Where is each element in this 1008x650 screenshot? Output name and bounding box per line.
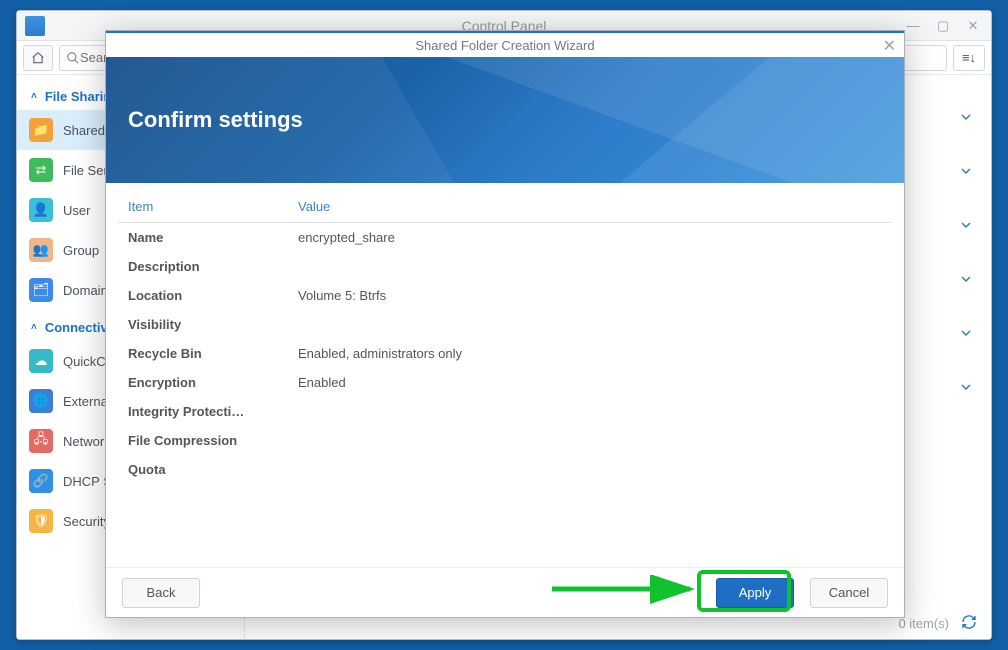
search-icon (66, 51, 80, 65)
wizard-modal: Shared Folder Creation Wizard ✕ Confirm … (105, 30, 905, 618)
expand-row-3[interactable] (948, 205, 984, 245)
chevron-up-icon: ˄ (31, 91, 37, 102)
cancel-button[interactable]: Cancel (810, 578, 888, 608)
home-icon (31, 51, 45, 65)
apply-button[interactable]: Apply (716, 578, 794, 608)
chevron-down-icon (958, 379, 974, 395)
table-row: Nameencrypted_share (118, 223, 892, 253)
ip-icon: 🔗 (29, 469, 53, 493)
shield-icon: 🛡 (29, 509, 53, 533)
modal-title: Shared Folder Creation Wizard (415, 38, 594, 53)
item-count: 0 item(s) (898, 616, 949, 631)
chevron-down-icon (958, 217, 974, 233)
folder-icon: 📁 (29, 118, 53, 142)
table-row: LocationVolume 5: Btrfs (118, 281, 892, 310)
modal-hero: Confirm settings (106, 57, 904, 183)
table-row: Integrity Protecti… (118, 397, 892, 426)
expand-row-1[interactable] (948, 97, 984, 137)
transfer-icon: ⇄ (29, 158, 53, 182)
table-row: File Compression (118, 426, 892, 455)
home-button[interactable] (23, 45, 53, 71)
expand-row-4[interactable] (948, 259, 984, 299)
chevron-down-icon (958, 109, 974, 125)
modal-titlebar: Shared Folder Creation Wizard ✕ (106, 31, 904, 57)
maximize-button[interactable]: ▢ (931, 15, 955, 37)
expand-row-2[interactable] (948, 151, 984, 191)
col-item: Item (118, 191, 288, 223)
sort-button[interactable]: ≡↓ (953, 45, 985, 71)
globe-icon: 🌐 (29, 389, 53, 413)
app-icon (25, 16, 45, 36)
table-row: Quota (118, 455, 892, 484)
refresh-button[interactable] (961, 614, 977, 633)
table-row: Visibility (118, 310, 892, 339)
directory-icon: 🗂 (29, 278, 53, 302)
modal-close-button[interactable]: ✕ (883, 36, 896, 56)
table-row: EncryptionEnabled (118, 368, 892, 397)
cloud-icon: ☁ (29, 349, 53, 373)
content-footer: 0 item(s) (898, 614, 977, 633)
sort-icon: ≡↓ (962, 50, 976, 65)
expand-row-6[interactable] (948, 367, 984, 407)
back-button[interactable]: Back (122, 578, 200, 608)
group-icon: 👥 (29, 238, 53, 262)
modal-footer: Back Apply Cancel (106, 567, 904, 617)
refresh-icon (961, 614, 977, 630)
settings-table: Item Value Nameencrypted_share Descripti… (118, 191, 892, 484)
accordion-strip (941, 75, 991, 639)
modal-body: Item Value Nameencrypted_share Descripti… (106, 183, 904, 567)
chevron-down-icon (958, 325, 974, 341)
chevron-down-icon (958, 163, 974, 179)
table-row: Description (118, 252, 892, 281)
chevron-down-icon (958, 271, 974, 287)
expand-row-5[interactable] (948, 313, 984, 353)
network-icon: 🖧 (29, 429, 53, 453)
chevron-up-icon: ˄ (31, 322, 37, 333)
modal-heading: Confirm settings (128, 107, 303, 133)
table-row: Recycle BinEnabled, administrators only (118, 339, 892, 368)
col-value: Value (288, 191, 892, 223)
close-window-button[interactable]: ✕ (961, 15, 985, 37)
user-icon: 👤 (29, 198, 53, 222)
